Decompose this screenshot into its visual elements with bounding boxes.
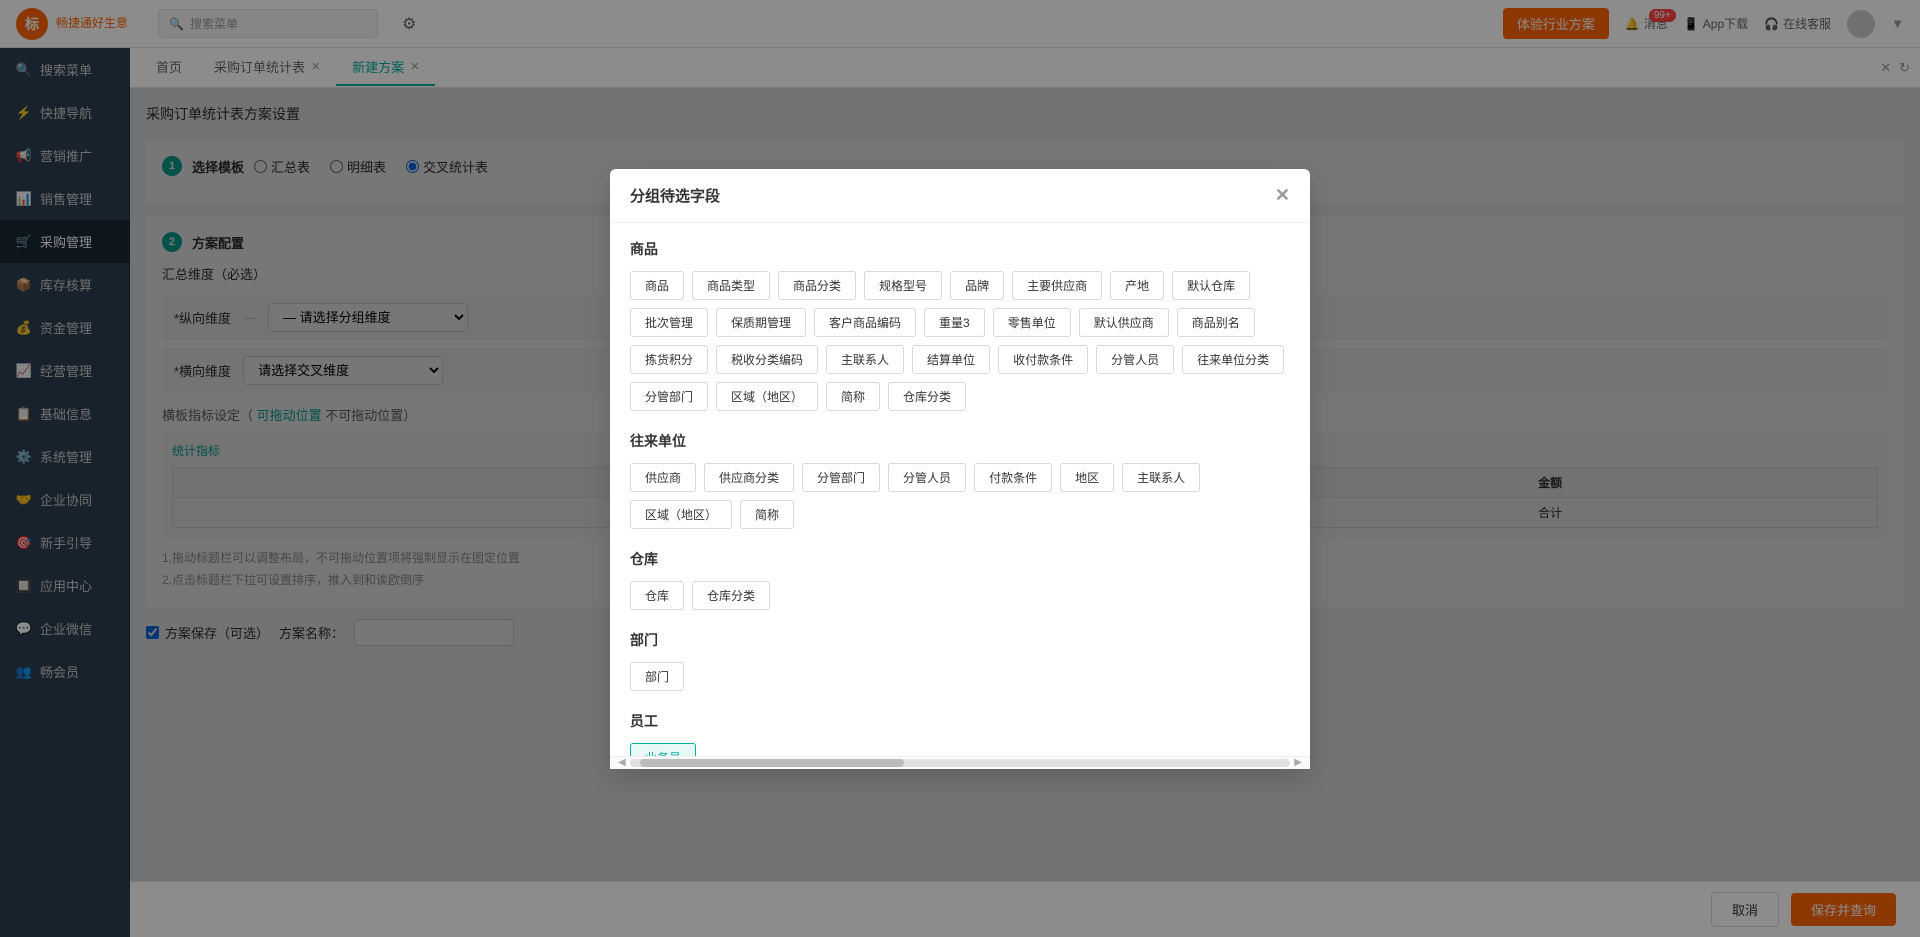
employee-section-title: 员工 bbox=[630, 711, 1290, 731]
modal-header: 分组待选字段 ✕ bbox=[610, 169, 1310, 223]
chip-counterpart-category[interactable]: 往来单位分类 bbox=[1182, 345, 1284, 374]
goods-section-title: 商品 bbox=[630, 239, 1290, 259]
modal-section-counterpart: 往来单位 供应商 供应商分类 分管部门 分管人员 付款条件 地区 主联系人 区域… bbox=[630, 431, 1290, 529]
chip-goods-type[interactable]: 商品类型 bbox=[692, 271, 770, 300]
chip-pick-points[interactable]: 拣货积分 bbox=[630, 345, 708, 374]
modal-overlay: 分组待选字段 ✕ 商品 商品 商品类型 商品分类 规格型号 品牌 主要供应商 产… bbox=[0, 0, 1920, 937]
modal-title: 分组待选字段 bbox=[630, 185, 720, 206]
chip-payment-condition[interactable]: 付款条件 bbox=[974, 463, 1052, 492]
employee-field-chips: 业务员 bbox=[630, 743, 1290, 757]
chip-origin[interactable]: 产地 bbox=[1110, 271, 1164, 300]
chip-dept-manager[interactable]: 分管人员 bbox=[888, 463, 966, 492]
modal-footer-scrollbar[interactable]: ◀ ▶ bbox=[610, 756, 1310, 768]
horizontal-scrollbar-track[interactable] bbox=[630, 759, 1291, 767]
chip-goods-alias[interactable]: 商品别名 bbox=[1177, 308, 1255, 337]
chip-tax-code[interactable]: 税收分类编码 bbox=[716, 345, 818, 374]
chip-payment-terms[interactable]: 收付款条件 bbox=[998, 345, 1088, 374]
chip-goods-category[interactable]: 商品分类 bbox=[778, 271, 856, 300]
dept-field-chips: 部门 bbox=[630, 662, 1290, 691]
chip-main-contact2[interactable]: 主联系人 bbox=[1122, 463, 1200, 492]
modal: 分组待选字段 ✕ 商品 商品 商品类型 商品分类 规格型号 品牌 主要供应商 产… bbox=[610, 169, 1310, 769]
chip-department[interactable]: 部门 bbox=[630, 662, 684, 691]
chip-region[interactable]: 区域（地区） bbox=[716, 382, 818, 411]
chip-expiry[interactable]: 保质期管理 bbox=[716, 308, 806, 337]
chip-main-contact[interactable]: 主联系人 bbox=[826, 345, 904, 374]
chip-warehouse-cat[interactable]: 仓库分类 bbox=[692, 581, 770, 610]
goods-field-chips: 商品 商品类型 商品分类 规格型号 品牌 主要供应商 产地 默认仓库 批次管理 … bbox=[630, 271, 1290, 411]
scroll-left-icon[interactable]: ◀ bbox=[618, 757, 626, 768]
modal-body[interactable]: 商品 商品 商品类型 商品分类 规格型号 品牌 主要供应商 产地 默认仓库 批次… bbox=[610, 223, 1310, 757]
chip-region2[interactable]: 区域（地区） bbox=[630, 500, 732, 529]
chip-weight[interactable]: 重量3 bbox=[924, 308, 985, 337]
chip-supplier-category[interactable]: 供应商分类 bbox=[704, 463, 794, 492]
chip-main-supplier[interactable]: 主要供应商 bbox=[1012, 271, 1102, 300]
chip-manage-dept[interactable]: 分管部门 bbox=[630, 382, 708, 411]
chip-batch[interactable]: 批次管理 bbox=[630, 308, 708, 337]
chip-warehouse[interactable]: 仓库 bbox=[630, 581, 684, 610]
chip-settlement-unit[interactable]: 结算单位 bbox=[912, 345, 990, 374]
chip-goods[interactable]: 商品 bbox=[630, 271, 684, 300]
scroll-right-icon[interactable]: ▶ bbox=[1294, 757, 1302, 768]
chip-abbr[interactable]: 简称 bbox=[826, 382, 880, 411]
modal-close-button[interactable]: ✕ bbox=[1275, 186, 1290, 204]
modal-section-goods: 商品 商品 商品类型 商品分类 规格型号 品牌 主要供应商 产地 默认仓库 批次… bbox=[630, 239, 1290, 411]
chip-retail-unit[interactable]: 零售单位 bbox=[993, 308, 1071, 337]
modal-section-employee: 员工 业务员 bbox=[630, 711, 1290, 757]
chip-default-supplier[interactable]: 默认供应商 bbox=[1079, 308, 1169, 337]
horizontal-scrollbar-thumb[interactable] bbox=[640, 759, 904, 767]
chip-warehouse-category[interactable]: 仓库分类 bbox=[888, 382, 966, 411]
chip-brand[interactable]: 品牌 bbox=[950, 271, 1004, 300]
chip-spec[interactable]: 规格型号 bbox=[864, 271, 942, 300]
counterpart-section-title: 往来单位 bbox=[630, 431, 1290, 451]
chip-salesperson[interactable]: 业务员 bbox=[630, 743, 696, 757]
chip-dept[interactable]: 分管部门 bbox=[802, 463, 880, 492]
chip-customer-code[interactable]: 客户商品编码 bbox=[814, 308, 916, 337]
dept-section-title: 部门 bbox=[630, 630, 1290, 650]
modal-section-warehouse: 仓库 仓库 仓库分类 bbox=[630, 549, 1290, 610]
warehouse-section-title: 仓库 bbox=[630, 549, 1290, 569]
chip-manager[interactable]: 分管人员 bbox=[1096, 345, 1174, 374]
warehouse-field-chips: 仓库 仓库分类 bbox=[630, 581, 1290, 610]
modal-section-dept: 部门 部门 bbox=[630, 630, 1290, 691]
chip-area[interactable]: 地区 bbox=[1060, 463, 1114, 492]
chip-supplier[interactable]: 供应商 bbox=[630, 463, 696, 492]
chip-abbr2[interactable]: 简称 bbox=[740, 500, 794, 529]
chip-default-warehouse[interactable]: 默认仓库 bbox=[1172, 271, 1250, 300]
counterpart-field-chips: 供应商 供应商分类 分管部门 分管人员 付款条件 地区 主联系人 区域（地区） … bbox=[630, 463, 1290, 529]
